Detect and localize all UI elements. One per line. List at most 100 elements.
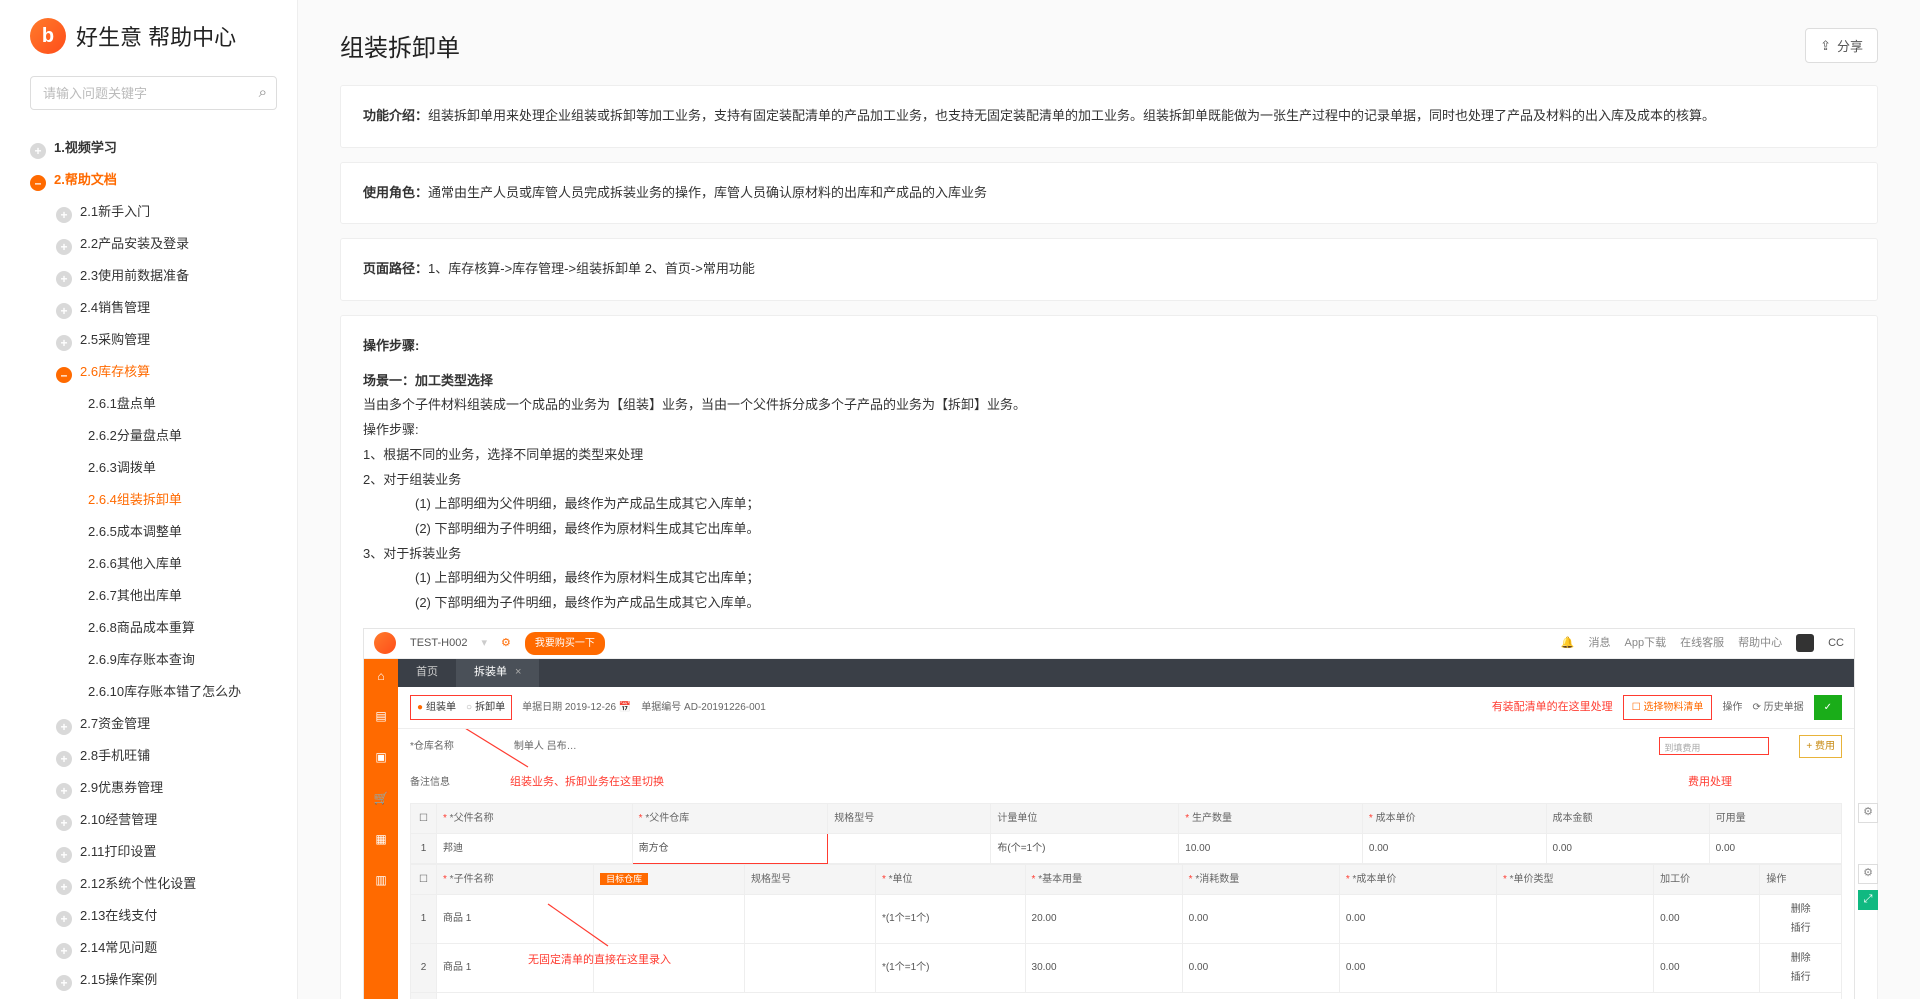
ss-tab-doc: 拆装单× (456, 659, 539, 687)
ss-add-fee: + 费用 (1799, 735, 1842, 758)
table-row: 1 邦迪 南方仓 布(个=1个) 10.00 0.00 0.00 0.00 (411, 833, 1842, 863)
plus-icon: + (56, 271, 72, 287)
path-text: 1、库存核算->库存管理->组装拆卸单 2、首页->常用功能 (428, 261, 755, 276)
nav-docs[interactable]: –2.帮助文档 (30, 164, 277, 196)
ss-help: 帮助中心 (1738, 633, 1782, 654)
ss-tenant: TEST-H002 (410, 633, 467, 654)
ss-fee-input: 到填费用 (1659, 737, 1769, 755)
plus-icon: + (56, 815, 72, 831)
ss-side-icons: ⚙⤢ (1858, 864, 1878, 910)
plus-icon: + (30, 143, 46, 159)
step-1: 1、根据不同的业务，选择不同单据的类型来处理 (363, 443, 1855, 468)
nav-2-14[interactable]: +2.14常见问题 (30, 932, 277, 964)
steps-card: 操作步骤: 场景一：加工类型选择 当由多个子件材料组装成一个成品的业务为【组装】… (340, 315, 1878, 999)
ss-msg: 消息 (1589, 633, 1611, 654)
share-button[interactable]: ⇪ 分享 (1805, 28, 1878, 63)
setting-icon: ⚙ (1858, 864, 1878, 884)
plus-icon: + (56, 911, 72, 927)
minus-icon: – (30, 175, 46, 191)
nav-2-6-8[interactable]: 2.6.8商品成本重算 (30, 612, 277, 644)
share-icon: ⇪ (1820, 38, 1831, 54)
ss-tabs: 首页 拆装单× (398, 659, 1854, 687)
minus-icon: – (56, 367, 72, 383)
plus-icon: + (56, 239, 72, 255)
plus-icon: + (56, 879, 72, 895)
plus-icon: + (56, 207, 72, 223)
doc-icon: ▤ (375, 705, 386, 728)
nav-2-9[interactable]: +2.9优惠券管理 (30, 772, 277, 804)
ss-parent-table: ☐ *父件名称 *父件仓库 规格型号 计量单位 生产数量 成本单价 成本金额 可… (410, 803, 1842, 864)
annot-switch: 组装业务、拆卸业务在这里切换 (510, 772, 664, 793)
plus-icon: + (56, 719, 72, 735)
ss-tab-home: 首页 (398, 659, 456, 687)
ss-toolbar: 组装单 拆卸单 单据日期 2019-12-26 📅 单据编号 AD-201912… (398, 687, 1854, 729)
nav-2-6-9[interactable]: 2.6.9库存账本查询 (30, 644, 277, 676)
box-icon: ▣ (375, 746, 386, 769)
intro-label: 功能介绍： (363, 108, 428, 123)
nav-2-2[interactable]: +2.2产品安装及登录 (30, 228, 277, 260)
step-3b: (2) 下部明细为子件明细，最终作为产成品生成其它入库单。 (363, 591, 1855, 616)
logo-icon: b (30, 18, 66, 54)
step-2: 2、对于组装业务 (363, 468, 1855, 493)
chart-icon: ▦ (375, 828, 386, 851)
home-icon: ⌂ (377, 665, 384, 688)
search-icon[interactable]: ⌕ (259, 84, 267, 101)
plus-icon: + (56, 943, 72, 959)
nav-2-7[interactable]: +2.7资金管理 (30, 708, 277, 740)
main-content: 组装拆卸单 ⇪ 分享 功能介绍：组装拆卸单用来处理企业组装或拆卸等加工业务，支持… (298, 0, 1920, 999)
ss-memo-label: 备注信息 (410, 773, 450, 792)
nav-2-6-1[interactable]: 2.6.1盘点单 (30, 388, 277, 420)
nav-2-1[interactable]: +2.1新手入门 (30, 196, 277, 228)
scene-desc: 当由多个子件材料组装成一个成品的业务为【组装】业务，当由一个父件拆分成多个子产品… (363, 393, 1855, 418)
nav-2-6-5[interactable]: 2.6.5成本调整单 (30, 516, 277, 548)
nav-2-6-7[interactable]: 2.6.7其他出库单 (30, 580, 277, 612)
table-row: 2商品 1 *(1个=1个)30.00 0.000.00 0.00 删除插行 (411, 943, 1842, 992)
step-3a: (1) 上部明细为父件明细，最终作为原材料生成其它出库单； (363, 566, 1855, 591)
step-2a: (1) 上部明细为父件明细，最终作为产成品生成其它入库单； (363, 492, 1855, 517)
role-text: 通常由生产人员或库管人员完成拆装业务的操作，库管人员确认原材料的出库和产成品的入… (428, 185, 987, 200)
ss-history: ⟳ 历史单据 (1752, 698, 1803, 717)
sidebar: b 好生意 帮助中心 ⌕ +1.视频学习 –2.帮助文档 +2.1新手入门 +2… (0, 0, 298, 999)
nav-2-13[interactable]: +2.13在线支付 (30, 900, 277, 932)
nav-2-6-2[interactable]: 2.6.2分量盘点单 (30, 420, 277, 452)
role-label: 使用角色： (363, 185, 428, 200)
plus-icon: + (56, 303, 72, 319)
nav-2-6-10[interactable]: 2.6.10库存账本错了怎么办 (30, 676, 277, 708)
nav-2-11[interactable]: +2.11打印设置 (30, 836, 277, 868)
search-input[interactable] (30, 76, 277, 110)
nav-2-6[interactable]: –2.6库存核算 (30, 356, 277, 388)
nav-2-4[interactable]: +2.4销售管理 (30, 292, 277, 324)
annot-bom: 有装配清单的在这里处理 (1492, 697, 1613, 718)
nav-2-5[interactable]: +2.5采购管理 (30, 324, 277, 356)
setting-icon: ⚙ (1858, 803, 1878, 823)
nav-2-15[interactable]: +2.15操作案例 (30, 964, 277, 996)
close-icon: × (515, 662, 521, 683)
radio-disassemble: 拆卸单 (466, 698, 505, 717)
path-card: 页面路径：1、库存核算->库存管理->组装拆卸单 2、首页->常用功能 (340, 238, 1878, 301)
nav-2-12[interactable]: +2.12系统个性化设置 (30, 868, 277, 900)
nav-2-8[interactable]: +2.8手机旺铺 (30, 740, 277, 772)
role-card: 使用角色：通常由生产人员或库管人员完成拆装业务的操作，库管人员确认原材料的出库和… (340, 162, 1878, 225)
plus-icon: + (56, 975, 72, 991)
scene-title: 场景一：加工类型选择 (363, 373, 493, 388)
intro-text: 组装拆卸单用来处理企业组装或拆卸等加工业务，支持有固定装配清单的产品加工业务，也… (428, 108, 1715, 123)
table-row: 1商品 1 *(1个=1个)20.00 0.000.00 0.00 删除插行 (411, 894, 1842, 943)
ss-save: ✓ (1814, 695, 1842, 720)
radio-assemble: 组装单 (417, 698, 456, 717)
ss-user: CC (1828, 633, 1844, 654)
embedded-screenshot: TEST-H002 ▾ ⚙ 我要购买一下 🔔 消息 App下载 在线客服 帮助中… (363, 628, 1855, 999)
nav-2-6-6[interactable]: 2.6.6其他入库单 (30, 548, 277, 580)
table-row: 3 (411, 992, 1842, 999)
nav-video[interactable]: +1.视频学习 (30, 132, 277, 164)
page-title: 组装拆卸单 (340, 28, 460, 63)
plus-icon: + (56, 783, 72, 799)
nav-2-6-3[interactable]: 2.6.3调拨单 (30, 452, 277, 484)
brand-text: 好生意 帮助中心 (76, 20, 236, 52)
nav-2-10[interactable]: +2.10经营管理 (30, 804, 277, 836)
nav-2-3[interactable]: +2.3使用前数据准备 (30, 260, 277, 292)
ss-select-bom: ☐ 选择物料清单 (1623, 695, 1713, 720)
ss-row3: 备注信息 组装业务、拆卸业务在这里切换 费用处理 (398, 768, 1854, 803)
nav-2-6-4[interactable]: 2.6.4组装拆卸单 (30, 484, 277, 516)
ss-svc: 在线客服 (1680, 633, 1724, 654)
path-label: 页面路径： (363, 261, 428, 276)
